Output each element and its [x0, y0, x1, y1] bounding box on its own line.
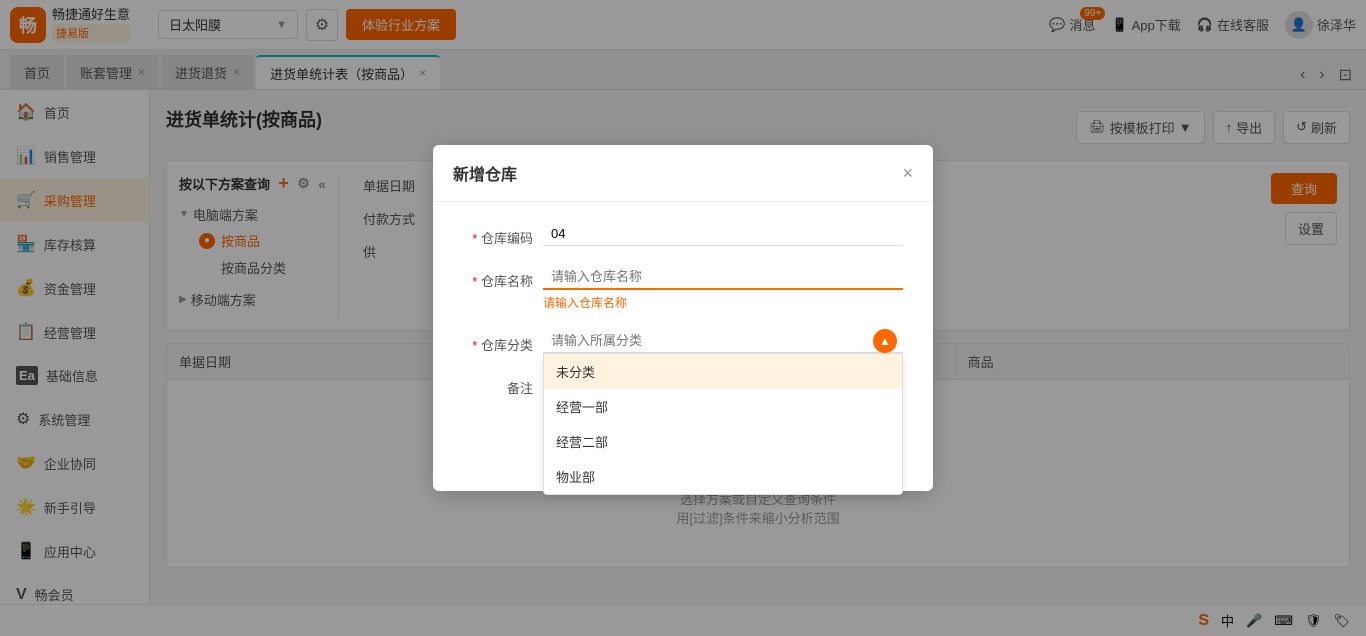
dropdown-item-ops2[interactable]: 经营二部 — [544, 424, 902, 459]
dialog-title: 新增仓库 — [453, 161, 517, 185]
modal-overlay: 新增仓库 × * 仓库编码 * 仓库名称 — [0, 0, 1366, 636]
category-input[interactable] — [543, 329, 903, 353]
note-label: 备注 — [463, 372, 543, 397]
form-row-code: * 仓库编码 — [463, 222, 903, 247]
category-toggle-button[interactable]: ▲ — [873, 329, 897, 353]
category-wrapper: ▲ 未分类 经营一部 经营二部 物业部 — [543, 329, 903, 353]
category-dropdown: 未分类 经营一部 经营二部 物业部 — [543, 353, 903, 495]
form-row-name: * 仓库名称 请输入仓库名称 — [463, 265, 903, 311]
dropdown-item-property[interactable]: 物业部 — [544, 459, 902, 494]
dialog-body: * 仓库编码 * 仓库名称 请输入仓库名称 — [433, 202, 933, 435]
required-mark-name: * — [472, 274, 477, 289]
category-label: * 仓库分类 — [463, 329, 543, 354]
dropdown-item-ops1[interactable]: 经营一部 — [544, 389, 902, 424]
name-error-msg: 请输入仓库名称 — [543, 294, 903, 311]
warehouse-name-input[interactable] — [543, 265, 903, 290]
dialog-header: 新增仓库 × — [433, 145, 933, 202]
dropdown-item-uncategorized[interactable]: 未分类 — [544, 354, 902, 389]
name-label: * 仓库名称 — [463, 265, 543, 290]
required-mark: * — [472, 231, 477, 246]
warehouse-code-input[interactable] — [543, 222, 903, 246]
new-warehouse-dialog: 新增仓库 × * 仓库编码 * 仓库名称 — [433, 145, 933, 491]
dialog-close-button[interactable]: × — [902, 164, 913, 182]
form-row-category: * 仓库分类 ▲ 未分类 经营一部 经营二部 物业部 — [463, 329, 903, 354]
code-label: * 仓库编码 — [463, 222, 543, 247]
required-mark-cat: * — [472, 338, 477, 353]
